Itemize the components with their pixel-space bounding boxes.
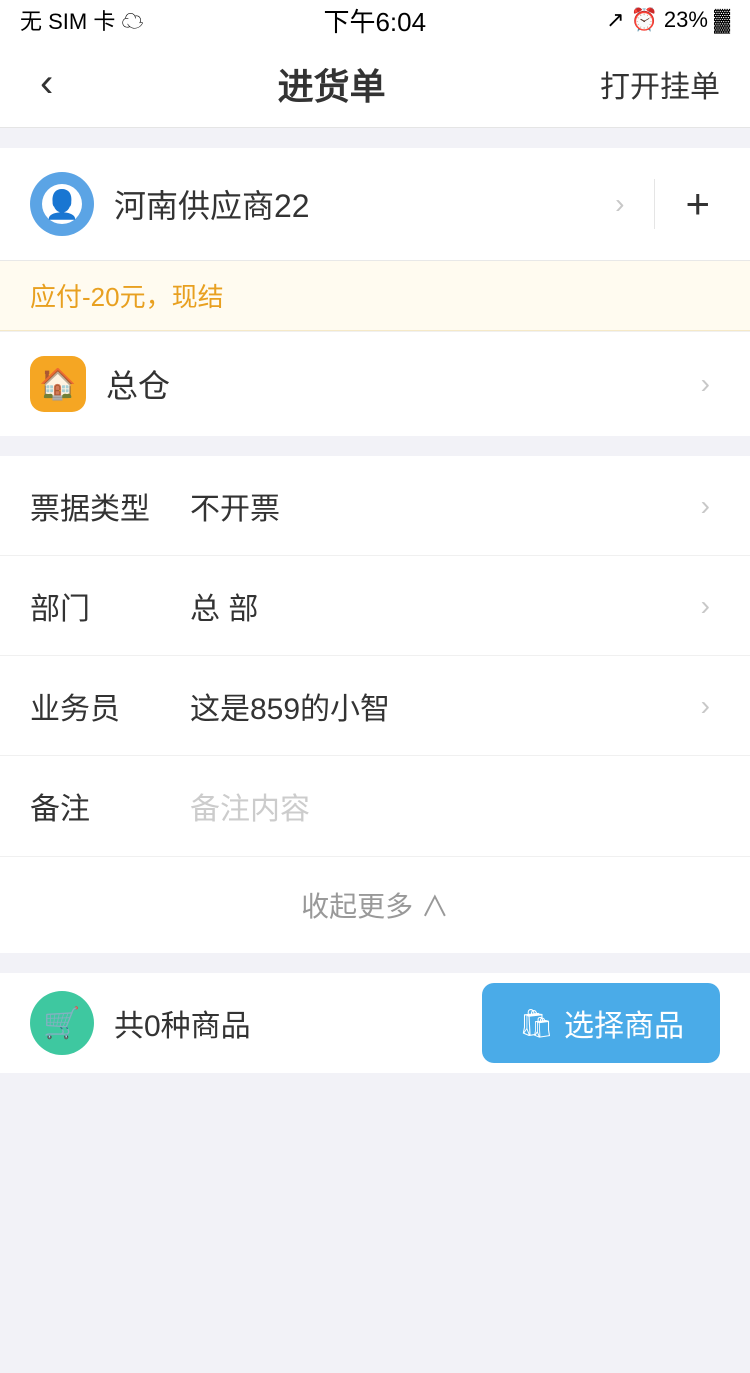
department-chevron-icon: › [701,590,710,622]
bottom-bar: 🛒 共0种商品 🛍 选择商品 [0,973,750,1073]
select-product-icon: 🛍 [518,1007,554,1040]
warehouse-icon: 🏠 [39,367,76,402]
avatar-icon: 👤 [45,188,80,221]
salesperson-value: 这是859的小智 [170,684,701,728]
back-button[interactable]: ‹ [30,51,63,116]
select-product-label: 选择商品 [564,1001,684,1045]
warehouse-chevron-icon: › [701,368,710,400]
warehouse-name: 总仓 [106,361,701,407]
nav-bar: ‹ 进货单 打开挂单 [0,40,750,128]
status-left: 无 SIM 卡 ☁ [20,4,143,36]
page-background [0,1073,750,1373]
product-icon: 🛒 [43,1006,80,1041]
remark-label: 备注 [30,784,170,828]
remark-placeholder[interactable]: 备注内容 [170,784,720,828]
status-time: 下午6:04 [323,2,426,39]
remark-row[interactable]: 备注 备注内容 [0,756,750,856]
supplier-section: 👤 河南供应商22 › + 应付-20元，现结 🏠 总仓 › [0,148,750,436]
alarm-icon: ⏰ [631,7,658,33]
location-icon: ↗ [606,7,624,33]
department-label: 部门 [30,584,170,628]
avatar-inner: 👤 [42,184,82,224]
salesperson-label: 业务员 [30,684,170,728]
chevron-right-icon: › [615,188,624,220]
notice-bar: 应付-20元，现结 [0,261,750,331]
battery-level: 23% [664,7,708,33]
warehouse-icon-wrap: 🏠 [30,356,86,412]
supplier-name: 河南供应商22 [114,181,615,227]
salesperson-row[interactable]: 业务员 这是859的小智 › [0,656,750,756]
battery-icon: ▓ [714,7,730,33]
product-icon-wrap: 🛒 [30,991,94,1055]
network-status: 无 SIM 卡 ☁ [20,4,143,36]
vertical-divider [654,179,655,229]
spacer-1 [0,128,750,148]
collapse-bar[interactable]: 收起更多 ∧ [0,856,750,953]
status-right: ↗ ⏰ 23% ▓ [606,7,730,33]
warehouse-row[interactable]: 🏠 总仓 › [0,331,750,436]
department-row[interactable]: 部门 总 部 › [0,556,750,656]
form-section: 票据类型 不开票 › 部门 总 部 › 业务员 这是859的小智 › 备注 备注… [0,456,750,856]
invoice-type-label: 票据类型 [30,484,170,528]
invoice-type-value: 不开票 [170,484,701,528]
salesperson-chevron-icon: › [701,690,710,722]
supplier-row[interactable]: 👤 河南供应商22 › + [0,148,750,261]
department-value: 总 部 [170,584,701,628]
status-bar: 无 SIM 卡 ☁ 下午6:04 ↗ ⏰ 23% ▓ [0,0,750,40]
add-button[interactable]: + [675,180,720,228]
select-product-button[interactable]: 🛍 选择商品 [482,983,720,1063]
product-count: 共0种商品 [114,1001,482,1045]
open-pending-button[interactable]: 打开挂单 [600,62,720,106]
invoice-chevron-icon: › [701,490,710,522]
supplier-avatar: 👤 [30,172,94,236]
page-title: 进货单 [278,58,386,110]
invoice-type-row[interactable]: 票据类型 不开票 › [0,456,750,556]
